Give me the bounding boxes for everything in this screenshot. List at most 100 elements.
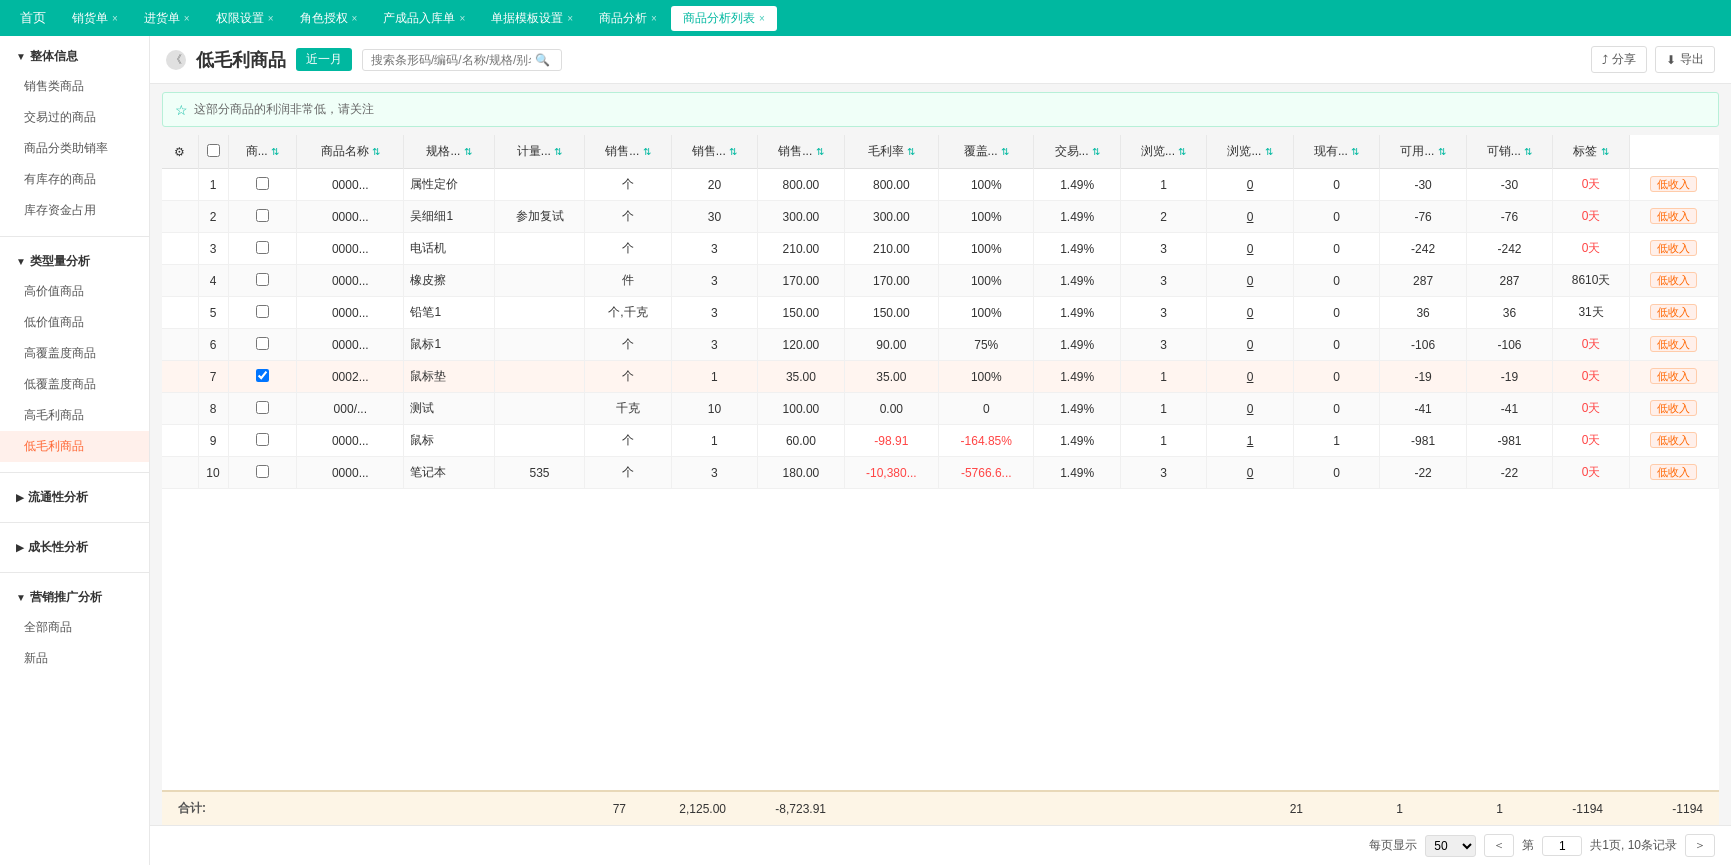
row-view1-0[interactable]: 0 xyxy=(1207,169,1293,201)
sidebar-group-overall-title[interactable]: ▼ 整体信息 xyxy=(0,42,149,71)
row-available-8: -981 xyxy=(1466,425,1552,457)
sidebar-group-flow-title[interactable]: ▶ 流通性分析 xyxy=(0,483,149,512)
time-filter-button[interactable]: 近一月 xyxy=(296,48,352,71)
sidebar-collapse-button[interactable]: 《 xyxy=(166,50,186,70)
sidebar-item-all-goods[interactable]: 全部商品 xyxy=(0,612,149,643)
row-view2-0: 0 xyxy=(1293,169,1379,201)
nav-close-template[interactable]: × xyxy=(567,13,573,24)
row-checkbox-3[interactable] xyxy=(228,265,297,297)
row-sales-price-6: 35.00 xyxy=(758,361,844,393)
row-unit-9: 个 xyxy=(585,457,671,489)
row-checkbox-0[interactable] xyxy=(228,169,297,201)
footer-sales-price: 2,125.00 xyxy=(646,802,726,816)
search-icon[interactable]: 🔍 xyxy=(535,53,550,67)
sidebar-item-category-sales[interactable]: 商品分类助销率 xyxy=(0,133,149,164)
sidebar-group-marketing-title[interactable]: ▼ 营销推广分析 xyxy=(0,583,149,612)
row-view1-4[interactable]: 0 xyxy=(1207,297,1293,329)
prev-page-button[interactable]: ＜ xyxy=(1484,834,1514,857)
row-name-2: 电话机 xyxy=(404,233,494,265)
nav-close-role[interactable]: × xyxy=(352,13,358,24)
sidebar-item-high-margin[interactable]: 高毛利商品 xyxy=(0,400,149,431)
row-checkbox-9[interactable] xyxy=(228,457,297,489)
row-checkbox-5[interactable] xyxy=(228,329,297,361)
sidebar-item-high-value[interactable]: 高价值商品 xyxy=(0,276,149,307)
sidebar-item-low-value[interactable]: 低价值商品 xyxy=(0,307,149,338)
col-gross-margin[interactable]: 毛利率 ⇅ xyxy=(844,135,938,169)
page-size-select[interactable]: 50 20 100 xyxy=(1425,835,1476,857)
row-sales-amount-6: 35.00 xyxy=(844,361,938,393)
row-view1-3[interactable]: 0 xyxy=(1207,265,1293,297)
nav-role-auth[interactable]: 角色授权 × xyxy=(288,6,370,31)
col-spec[interactable]: 规格... ⇅ xyxy=(404,135,494,169)
col-coverage[interactable]: 覆盖... ⇅ xyxy=(939,135,1034,169)
page-number-input[interactable] xyxy=(1542,836,1582,856)
nav-product-analysis[interactable]: 商品分析 × xyxy=(587,6,669,31)
nav-permissions[interactable]: 权限设置 × xyxy=(204,6,286,31)
sidebar-group-type-title[interactable]: ▼ 类型量分析 xyxy=(0,247,149,276)
select-all-checkbox[interactable] xyxy=(207,144,220,157)
row-checkbox-4[interactable] xyxy=(228,297,297,329)
page-header: 《 低毛利商品 近一月 🔍 ⤴ 分享 ⬇ 导出 xyxy=(150,36,1731,84)
col-view2[interactable]: 浏览... ⇅ xyxy=(1207,135,1293,169)
sidebar-group-growth: ▶ 成长性分析 xyxy=(0,527,149,568)
col-tag[interactable]: 标签 ⇅ xyxy=(1553,135,1630,169)
col-current-stock[interactable]: 现有... ⇅ xyxy=(1293,135,1379,169)
col-settings[interactable]: ⚙ xyxy=(162,135,198,169)
col-sales-amount[interactable]: 销售... ⇅ xyxy=(758,135,844,169)
row-view1-9[interactable]: 0 xyxy=(1207,457,1293,489)
sidebar-item-low-margin[interactable]: 低毛利商品 xyxy=(0,431,149,462)
row-view1-6[interactable]: 0 xyxy=(1207,361,1293,393)
row-view1-7[interactable]: 0 xyxy=(1207,393,1293,425)
row-no-0: 1 xyxy=(198,169,228,201)
nav-home[interactable]: 首页 xyxy=(8,5,58,31)
col-checkbox[interactable] xyxy=(198,135,228,169)
row-checkbox-2[interactable] xyxy=(228,233,297,265)
next-page-button[interactable]: ＞ xyxy=(1685,834,1715,857)
nav-close-product[interactable]: × xyxy=(459,13,465,24)
search-input[interactable] xyxy=(371,53,531,67)
nav-close-purchase[interactable]: × xyxy=(184,13,190,24)
col-transaction[interactable]: 交易... ⇅ xyxy=(1034,135,1120,169)
nav-template-settings[interactable]: 单据模板设置 × xyxy=(479,6,585,31)
row-view1-8[interactable]: 1 xyxy=(1207,425,1293,457)
row-checkbox-1[interactable] xyxy=(228,201,297,233)
sidebar-item-traded-goods[interactable]: 交易过的商品 xyxy=(0,102,149,133)
col-sales-qty[interactable]: 销售... ⇅ xyxy=(585,135,671,169)
col-sellable[interactable]: 可销... ⇅ xyxy=(1466,135,1552,169)
row-checkbox-6[interactable] xyxy=(228,361,297,393)
row-view1-1[interactable]: 0 xyxy=(1207,201,1293,233)
nav-product-entry[interactable]: 产成品入库单 × xyxy=(371,6,477,31)
sidebar-item-new-goods[interactable]: 新品 xyxy=(0,643,149,674)
sidebar-item-sales-goods[interactable]: 销售类商品 xyxy=(0,71,149,102)
nav-close-analysis[interactable]: × xyxy=(651,13,657,24)
nav-close-list[interactable]: × xyxy=(759,13,765,24)
nav-close-permissions[interactable]: × xyxy=(268,13,274,24)
col-view1[interactable]: 浏览... ⇅ xyxy=(1120,135,1206,169)
row-view1-2[interactable]: 0 xyxy=(1207,233,1293,265)
col-sales-price[interactable]: 销售... ⇅ xyxy=(671,135,757,169)
sidebar-item-high-coverage[interactable]: 高覆盖度商品 xyxy=(0,338,149,369)
sidebar-item-inventory-capital[interactable]: 库存资金占用 xyxy=(0,195,149,226)
col-name[interactable]: 商品名称 ⇅ xyxy=(297,135,404,169)
row-name-0: 属性定价 xyxy=(404,169,494,201)
nav-product-analysis-list[interactable]: 商品分析列表 × xyxy=(671,6,777,31)
export-button[interactable]: ⬇ 导出 xyxy=(1655,46,1715,73)
sidebar-item-stocked-goods[interactable]: 有库存的商品 xyxy=(0,164,149,195)
col-unit[interactable]: 计量... ⇅ xyxy=(494,135,584,169)
row-view1-5[interactable]: 0 xyxy=(1207,329,1293,361)
nav-purchase[interactable]: 进货单 × xyxy=(132,6,202,31)
row-current-9: -22 xyxy=(1380,457,1466,489)
row-checkbox-7[interactable] xyxy=(228,393,297,425)
row-checkbox-8[interactable] xyxy=(228,425,297,457)
sidebar-item-low-coverage[interactable]: 低覆盖度商品 xyxy=(0,369,149,400)
share-button[interactable]: ⤴ 分享 xyxy=(1591,46,1647,73)
nav-sales-order[interactable]: 销货单 × xyxy=(60,6,130,31)
row-gross-margin-8: -164.85% xyxy=(939,425,1034,457)
sidebar-group-growth-title[interactable]: ▶ 成长性分析 xyxy=(0,533,149,562)
row-available-2: -242 xyxy=(1466,233,1552,265)
nav-close-sales[interactable]: × xyxy=(112,13,118,24)
col-available[interactable]: 可用... ⇅ xyxy=(1380,135,1466,169)
col-code[interactable]: 商... ⇅ xyxy=(228,135,297,169)
sidebar-group-marketing: ▼ 营销推广分析 全部商品 新品 xyxy=(0,577,149,680)
row-sales-qty-5: 3 xyxy=(671,329,757,361)
